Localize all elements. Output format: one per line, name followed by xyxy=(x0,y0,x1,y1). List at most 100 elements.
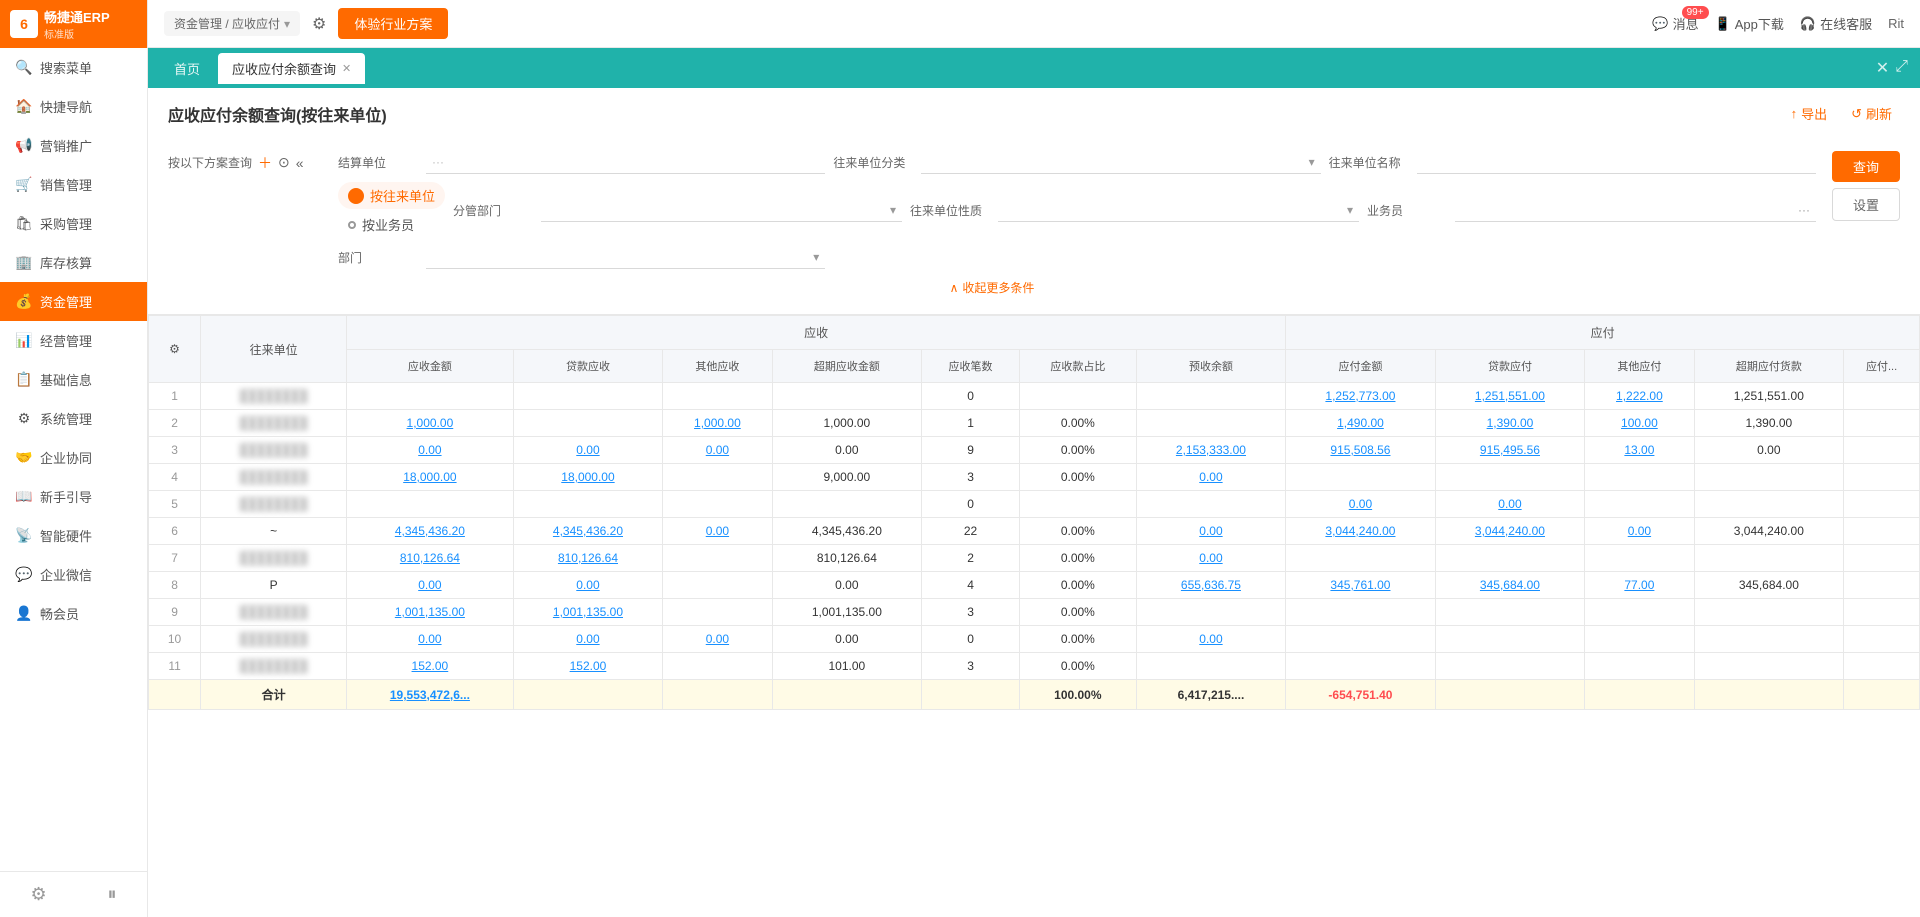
purchase-icon: 🛍 xyxy=(16,216,32,232)
filter-option-by-staff[interactable]: 按业务员 xyxy=(338,211,445,238)
maximize-btn[interactable]: ⤢ xyxy=(1895,58,1908,78)
settlement-input[interactable]: ··· xyxy=(426,151,825,174)
filter-collapse-btn[interactable]: ∧ 收起更多条件 xyxy=(950,279,1035,296)
tab-balance[interactable]: 应收应付余额查询 ✕ xyxy=(218,53,365,84)
page-content: 应收应付余额查询(按往来单位) ↑ 导出 ↺ 刷新 xyxy=(148,88,1920,917)
tab-balance-label: 应收应付余额查询 xyxy=(232,59,336,78)
guide-icon: 📖 xyxy=(16,489,32,505)
basic-icon: 📋 xyxy=(16,372,32,388)
user-label: Rit xyxy=(1888,16,1904,31)
export-button[interactable]: ↑ 导出 xyxy=(1783,100,1836,127)
cell-other-recv: 0.00 xyxy=(663,626,772,653)
collapse-sidebar-btn[interactable]: ⏸ xyxy=(104,880,121,909)
user-info[interactable]: Rit xyxy=(1888,16,1904,31)
filter-fields-row3: 部门 ▾ xyxy=(338,246,1816,269)
cell-recv-amt: 152.00 xyxy=(347,653,514,680)
sidebar-item-quicknav[interactable]: 🏠 快捷导航 xyxy=(0,87,147,126)
sidebar-item-finance[interactable]: 💰 资金管理 xyxy=(0,282,147,321)
cell-recv-ratio xyxy=(1019,491,1136,518)
promo-button[interactable]: 体验行业方案 xyxy=(338,8,448,39)
footer-other-pay xyxy=(1585,680,1694,710)
filter-option-by-unit[interactable]: 按往来单位 xyxy=(338,182,445,209)
th-gear[interactable]: ⚙ xyxy=(149,316,201,383)
cell-overdue-recv: 1,001,135.00 xyxy=(772,599,922,626)
sidebar-item-purchase[interactable]: 🛍 采购管理 xyxy=(0,204,147,243)
footer-overdue-pay xyxy=(1694,680,1844,710)
sidebar-item-marketing[interactable]: 📢 营销推广 xyxy=(0,126,147,165)
cell-overdue-pay xyxy=(1694,464,1844,491)
sidebar-item-hardware[interactable]: 📡 智能硬件 xyxy=(0,516,147,555)
salesperson-input[interactable]: ··· xyxy=(1455,199,1816,222)
dept-select[interactable]: ▾ xyxy=(541,199,902,222)
sidebar-item-operations[interactable]: 📊 经营管理 xyxy=(0,321,147,360)
settlement-label: 结算单位 xyxy=(338,154,418,171)
settings-bottom-btn[interactable]: ⚙ xyxy=(26,880,50,909)
page-title: 应收应付余额查询(按往来单位) xyxy=(168,102,387,126)
chevron-up-icon: ∧ xyxy=(950,281,959,295)
table-row: 9 ████████ 1,001,135.00 1,001,135.00 1,0… xyxy=(149,599,1920,626)
online-service-btn[interactable]: 🎧 在线客服 xyxy=(1800,14,1872,33)
wechat-icon: 💬 xyxy=(16,567,32,583)
sidebar-item-wechat[interactable]: 💬 企业微信 xyxy=(0,555,147,594)
sidebar-item-collab[interactable]: 🤝 企业协同 xyxy=(0,438,147,477)
dots-icon: ··· xyxy=(1798,203,1810,217)
table-row: 1 ████████ 0 1,252,773.00 1,251,551.00 1… xyxy=(149,383,1920,410)
tab-close-icon[interactable]: ✕ xyxy=(342,62,351,75)
footer-label: 合计 xyxy=(201,680,347,710)
filter-content: 按以下方案查询 ＋ ⊙ « 结算单位 ··· xyxy=(168,151,1816,302)
filter-settings-icon[interactable]: ⊙ xyxy=(278,154,290,171)
app-download-btn[interactable]: 📱 App下载 xyxy=(1715,14,1784,33)
cell-prepaid xyxy=(1136,383,1286,410)
topbar-gear-icon[interactable]: ⚙ xyxy=(312,14,326,34)
cell-seq: 9 xyxy=(149,599,201,626)
sidebar-item-basic[interactable]: 📋 基础信息 xyxy=(0,360,147,399)
unitname-input[interactable] xyxy=(1417,151,1816,174)
th-prepaid: 预收余额 xyxy=(1136,350,1286,383)
sidebar-item-search[interactable]: 🔍 搜索菜单 xyxy=(0,48,147,87)
cell-recv-amt: 0.00 xyxy=(347,626,514,653)
dept2-select[interactable]: ▾ xyxy=(426,246,825,269)
sidebar-item-guide[interactable]: 📖 新手引导 xyxy=(0,477,147,516)
filter-collapse-icon[interactable]: « xyxy=(296,155,304,171)
sidebar-item-member[interactable]: 👤 畅会员 xyxy=(0,594,147,633)
cell-other-pay: 1,222.00 xyxy=(1585,383,1694,410)
cell-recv-amt: 1,001,135.00 xyxy=(347,599,514,626)
tab-home-label: 首页 xyxy=(174,59,200,78)
query-button[interactable]: 查询 xyxy=(1832,151,1900,182)
search-icon: 🔍 xyxy=(16,60,32,76)
cell-loan-recv xyxy=(513,410,663,437)
cell-other-recv: 1,000.00 xyxy=(663,410,772,437)
cell-pay-more xyxy=(1844,599,1920,626)
cell-pay-amt: 345,761.00 xyxy=(1286,572,1436,599)
category-select[interactable]: ▾ xyxy=(921,151,1320,174)
refresh-button[interactable]: ↺ 刷新 xyxy=(1843,100,1900,127)
cell-recv-count: 4 xyxy=(922,572,1020,599)
th-loan-recv: 贷款应收 xyxy=(513,350,663,383)
cell-overdue-recv: 9,000.00 xyxy=(772,464,922,491)
th-recv-amt: 应收金额 xyxy=(347,350,514,383)
close-window-btn[interactable]: ✕ xyxy=(1876,58,1889,78)
nature-label: 往来单位性质 xyxy=(910,202,990,219)
messages-btn[interactable]: 💬 消息 99+ xyxy=(1652,14,1698,33)
sidebar-item-sales[interactable]: 🛒 销售管理 xyxy=(0,165,147,204)
table-row: 7 ████████ 810,126.64 810,126.64 810,126… xyxy=(149,545,1920,572)
footer-recv-count xyxy=(922,680,1020,710)
cell-unit: ████████ xyxy=(201,626,347,653)
filter-add-btn[interactable]: ＋ xyxy=(258,153,272,173)
cell-other-pay xyxy=(1585,491,1694,518)
cell-loan-pay: 345,684.00 xyxy=(1435,572,1585,599)
nature-select[interactable]: ▾ xyxy=(998,199,1359,222)
page-header: 应收应付余额查询(按往来单位) ↑ 导出 ↺ 刷新 xyxy=(148,88,1920,139)
th-other-pay: 其他应付 xyxy=(1585,350,1694,383)
cell-loan-recv: 0.00 xyxy=(513,572,663,599)
cell-other-recv xyxy=(663,572,772,599)
sidebar-item-system[interactable]: ⚙ 系统管理 xyxy=(0,399,147,438)
operations-icon: 📊 xyxy=(16,333,32,349)
table-area[interactable]: ⚙ 往来单位 应收 应付 应收金额 贷款应收 其他应收 超期应收金额 应收笔数 … xyxy=(148,315,1920,917)
filter-settings-button[interactable]: 设置 xyxy=(1832,188,1900,221)
tab-home[interactable]: 首页 xyxy=(160,53,214,84)
cell-loan-pay: 915,495.56 xyxy=(1435,437,1585,464)
cell-loan-recv xyxy=(513,491,663,518)
sidebar-item-inventory[interactable]: 🏢 库存核算 xyxy=(0,243,147,282)
logo-name: 畅捷通ERP xyxy=(44,7,110,26)
